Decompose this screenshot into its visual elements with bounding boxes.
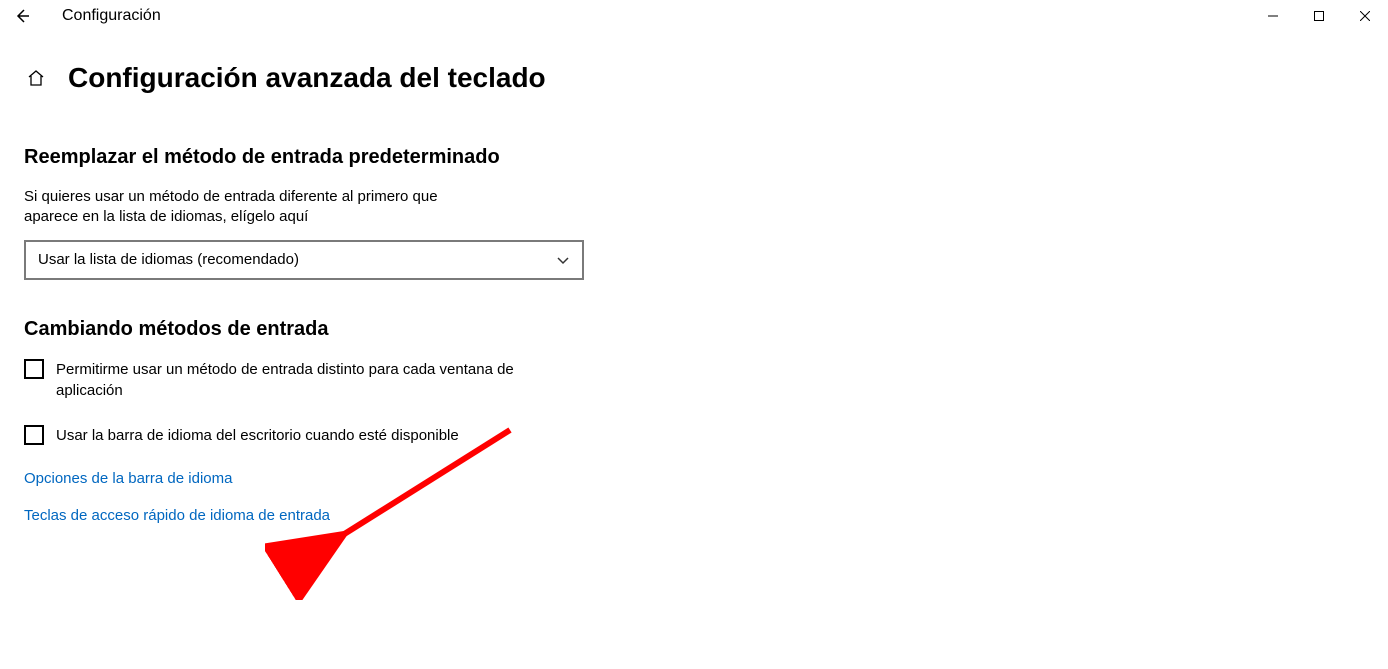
- checkbox-label: Permitirme usar un método de entrada dis…: [56, 359, 584, 401]
- link-hotkeys[interactable]: Teclas de acceso rápido de idioma de ent…: [24, 507, 700, 524]
- page-header: Configuración avanzada del teclado: [24, 62, 700, 94]
- titlebar: Configuración: [0, 0, 1388, 32]
- back-button[interactable]: [10, 4, 34, 28]
- minimize-button[interactable]: [1250, 0, 1296, 32]
- app-title: Configuración: [62, 7, 161, 25]
- section-description: Si quieres usar un método de entrada dif…: [24, 187, 484, 228]
- section-default-input-method: Reemplazar el método de entrada predeter…: [24, 146, 700, 280]
- checkbox-row-language-bar: Usar la barra de idioma del escritorio c…: [24, 425, 584, 446]
- close-button[interactable]: [1342, 0, 1388, 32]
- home-button[interactable]: [24, 66, 48, 90]
- checkbox-desktop-language-bar[interactable]: [24, 425, 44, 445]
- checkbox-row-per-app: Permitirme usar un método de entrada dis…: [24, 359, 584, 401]
- checkbox-per-app-input[interactable]: [24, 359, 44, 379]
- dropdown-selected-value: Usar la lista de idiomas (recomendado): [38, 251, 299, 268]
- page-title: Configuración avanzada del teclado: [68, 62, 546, 94]
- input-method-dropdown[interactable]: Usar la lista de idiomas (recomendado): [24, 240, 584, 280]
- section-heading: Cambiando métodos de entrada: [24, 318, 700, 341]
- link-language-bar-options[interactable]: Opciones de la barra de idioma: [24, 470, 700, 487]
- chevron-down-icon: [556, 253, 570, 267]
- window-controls: [1250, 0, 1388, 32]
- section-heading: Reemplazar el método de entrada predeter…: [24, 146, 700, 169]
- section-switching-input-methods: Cambiando métodos de entrada Permitirme …: [24, 318, 700, 524]
- maximize-button[interactable]: [1296, 0, 1342, 32]
- checkbox-label: Usar la barra de idioma del escritorio c…: [56, 425, 459, 446]
